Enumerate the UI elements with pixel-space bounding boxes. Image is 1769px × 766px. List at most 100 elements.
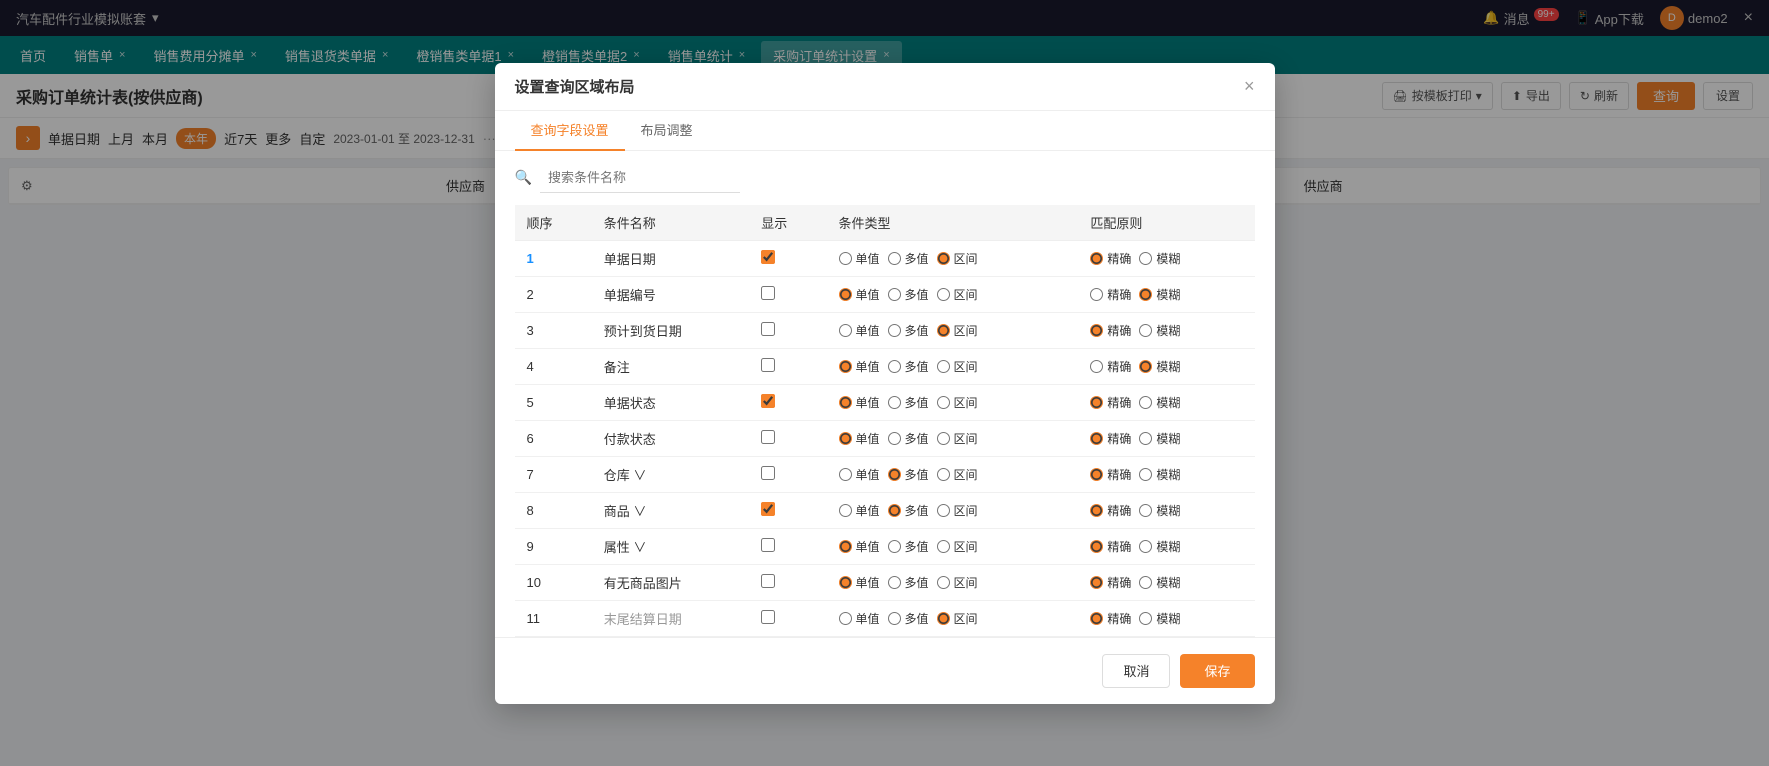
type-radio[interactable]	[839, 504, 852, 517]
cell-type[interactable]: 单值多值区间	[827, 420, 1079, 456]
type-radio-label[interactable]: 区间	[937, 394, 978, 411]
cell-match[interactable]: 精确模糊	[1078, 312, 1254, 348]
match-radio-label[interactable]: 精确	[1090, 430, 1131, 447]
match-radio-label[interactable]: 模糊	[1139, 538, 1180, 555]
match-radio-label[interactable]: 精确	[1090, 250, 1131, 267]
type-radio[interactable]	[937, 540, 950, 553]
tab-query-fields[interactable]: 查询字段设置	[515, 111, 625, 151]
match-radio-label[interactable]: 模糊	[1139, 430, 1180, 447]
cell-display[interactable]	[749, 492, 826, 528]
type-radio[interactable]	[888, 324, 901, 337]
cell-display[interactable]	[749, 528, 826, 564]
display-checkbox[interactable]	[761, 250, 775, 264]
type-radio[interactable]	[888, 288, 901, 301]
match-radio[interactable]	[1090, 612, 1103, 625]
match-radio[interactable]	[1090, 360, 1103, 373]
type-radio[interactable]	[888, 252, 901, 265]
type-radio-label[interactable]: 区间	[937, 286, 978, 303]
cell-type[interactable]: 单值多值区间	[827, 492, 1079, 528]
cell-type[interactable]: 单值多值区间	[827, 456, 1079, 492]
cell-type[interactable]: 单值多值区间	[827, 564, 1079, 600]
cell-type[interactable]: 单值多值区间	[827, 312, 1079, 348]
search-input[interactable]	[540, 163, 740, 193]
match-radio[interactable]	[1090, 504, 1103, 517]
type-radio-label[interactable]: 多值	[888, 430, 929, 447]
match-radio-label[interactable]: 精确	[1090, 394, 1131, 411]
type-radio-label[interactable]: 区间	[937, 358, 978, 375]
cell-match[interactable]: 精确模糊	[1078, 348, 1254, 384]
match-radio[interactable]	[1139, 360, 1152, 373]
display-checkbox[interactable]	[761, 610, 775, 624]
type-radio[interactable]	[888, 576, 901, 589]
match-radio-label[interactable]: 模糊	[1139, 574, 1180, 591]
type-radio[interactable]	[937, 432, 950, 445]
match-radio[interactable]	[1090, 576, 1103, 589]
match-radio[interactable]	[1090, 540, 1103, 553]
type-radio-label[interactable]: 区间	[937, 250, 978, 267]
type-radio-label[interactable]: 多值	[888, 610, 929, 627]
type-radio[interactable]	[839, 468, 852, 481]
match-radio-label[interactable]: 精确	[1090, 538, 1131, 555]
type-radio[interactable]	[937, 396, 950, 409]
match-radio-label[interactable]: 精确	[1090, 610, 1131, 627]
cell-type[interactable]: 单值多值区间	[827, 600, 1079, 636]
type-radio-label[interactable]: 多值	[888, 574, 929, 591]
type-radio[interactable]	[937, 360, 950, 373]
type-radio-label[interactable]: 单值	[839, 502, 880, 519]
display-checkbox[interactable]	[761, 358, 775, 372]
display-checkbox[interactable]	[761, 286, 775, 300]
type-radio[interactable]	[839, 432, 852, 445]
match-radio-label[interactable]: 精确	[1090, 286, 1131, 303]
cell-match[interactable]: 精确模糊	[1078, 384, 1254, 420]
match-radio-label[interactable]: 模糊	[1139, 286, 1180, 303]
type-radio[interactable]	[888, 468, 901, 481]
type-radio-label[interactable]: 多值	[888, 502, 929, 519]
type-radio-label[interactable]: 单值	[839, 430, 880, 447]
cell-display[interactable]	[749, 420, 826, 456]
cell-display[interactable]	[749, 564, 826, 600]
match-radio-label[interactable]: 模糊	[1139, 610, 1180, 627]
cell-display[interactable]	[749, 348, 826, 384]
type-radio-label[interactable]: 单值	[839, 466, 880, 483]
type-radio[interactable]	[937, 612, 950, 625]
match-radio-label[interactable]: 精确	[1090, 574, 1131, 591]
type-radio-label[interactable]: 多值	[888, 466, 929, 483]
type-radio[interactable]	[839, 288, 852, 301]
match-radio[interactable]	[1139, 288, 1152, 301]
type-radio-label[interactable]: 多值	[888, 322, 929, 339]
display-checkbox[interactable]	[761, 430, 775, 444]
match-radio[interactable]	[1090, 432, 1103, 445]
type-radio-label[interactable]: 单值	[839, 610, 880, 627]
cell-display[interactable]	[749, 240, 826, 276]
match-radio-label[interactable]: 模糊	[1139, 466, 1180, 483]
modal-close-button[interactable]: ×	[1244, 76, 1255, 97]
display-checkbox[interactable]	[761, 538, 775, 552]
display-checkbox[interactable]	[761, 322, 775, 336]
type-radio[interactable]	[839, 540, 852, 553]
type-radio-label[interactable]: 多值	[888, 358, 929, 375]
type-radio-label[interactable]: 区间	[937, 538, 978, 555]
type-radio[interactable]	[888, 540, 901, 553]
cell-type[interactable]: 单值多值区间	[827, 348, 1079, 384]
cell-display[interactable]	[749, 312, 826, 348]
cell-match[interactable]: 精确模糊	[1078, 528, 1254, 564]
match-radio-label[interactable]: 模糊	[1139, 502, 1180, 519]
type-radio[interactable]	[839, 612, 852, 625]
match-radio-label[interactable]: 精确	[1090, 466, 1131, 483]
type-radio-label[interactable]: 单值	[839, 538, 880, 555]
type-radio-label[interactable]: 单值	[839, 250, 880, 267]
type-radio-label[interactable]: 多值	[888, 538, 929, 555]
type-radio[interactable]	[839, 252, 852, 265]
type-radio-label[interactable]: 单值	[839, 394, 880, 411]
cell-display[interactable]	[749, 456, 826, 492]
match-radio[interactable]	[1090, 396, 1103, 409]
cell-match[interactable]: 精确模糊	[1078, 600, 1254, 636]
cell-match[interactable]: 精确模糊	[1078, 240, 1254, 276]
type-radio[interactable]	[839, 360, 852, 373]
type-radio-label[interactable]: 多值	[888, 394, 929, 411]
cell-match[interactable]: 精确模糊	[1078, 564, 1254, 600]
type-radio-label[interactable]: 区间	[937, 502, 978, 519]
match-radio-label[interactable]: 模糊	[1139, 250, 1180, 267]
match-radio-label[interactable]: 精确	[1090, 358, 1131, 375]
match-radio-label[interactable]: 模糊	[1139, 358, 1180, 375]
